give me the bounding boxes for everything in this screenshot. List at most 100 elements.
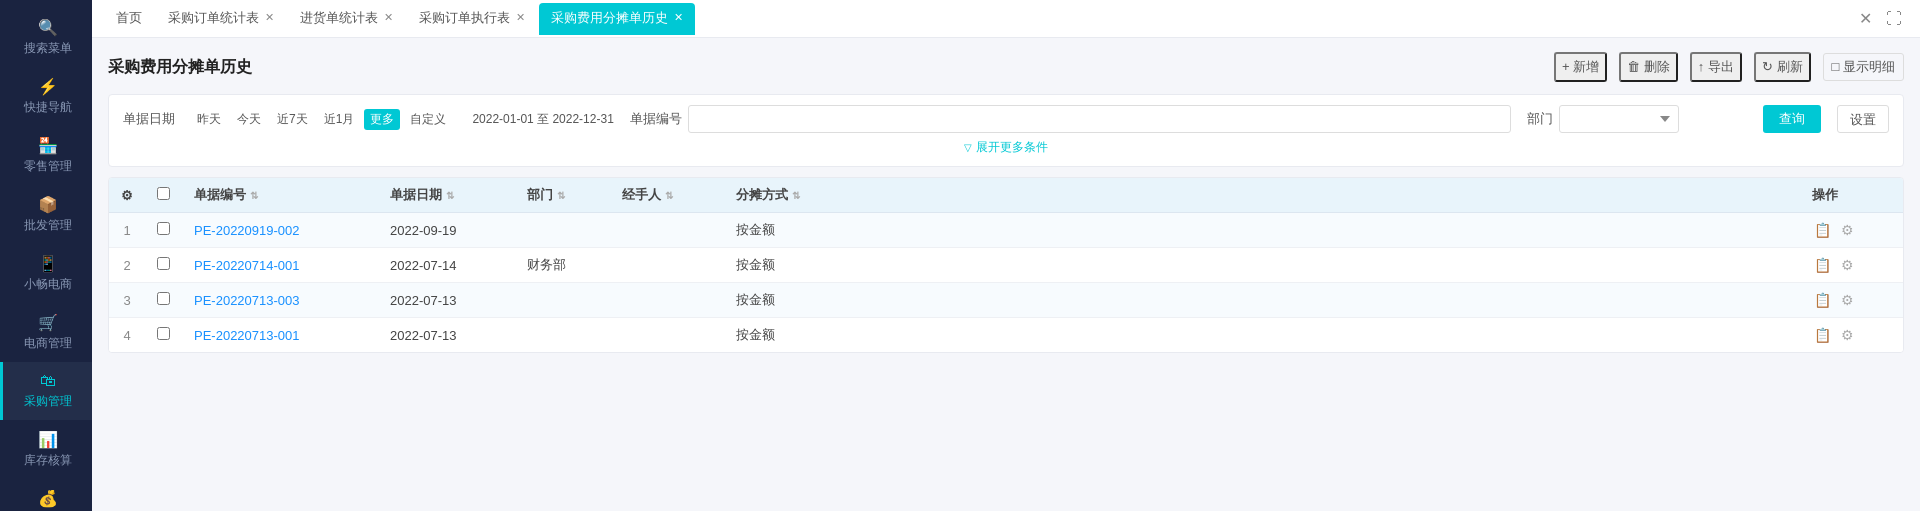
row-checkbox-3[interactable] xyxy=(157,292,170,305)
doc-no-input[interactable] xyxy=(688,105,1511,133)
sidebar-item-retail[interactable]: 🏪零售管理 xyxy=(0,126,92,185)
expand-more-btn[interactable]: ▽ 展开更多条件 xyxy=(123,139,1889,156)
tab-purchase-order-exec[interactable]: 采购订单执行表✕ xyxy=(407,3,537,35)
more-action-icon-3[interactable]: ⚙ xyxy=(1839,290,1856,310)
row-doc-no-3: PE-20220713-003 xyxy=(182,283,378,318)
edit-icon-4[interactable]: 📋 xyxy=(1812,325,1833,345)
dept-select[interactable] xyxy=(1559,105,1679,133)
doc-link-1[interactable]: PE-20220919-002 xyxy=(194,223,300,238)
row-handler-1 xyxy=(610,213,723,248)
tab-bar: 首页采购订单统计表✕进货单统计表✕采购订单执行表✕采购费用分摊单历史✕ ✕ ⛶ xyxy=(92,0,1920,38)
sidebar-item-ecommerce[interactable]: 🛒电商管理 xyxy=(0,303,92,362)
inventory-icon: 📊 xyxy=(7,430,88,449)
sidebar-item-wholesale[interactable]: 📦批发管理 xyxy=(0,185,92,244)
tab-close-goods-receipt-stats[interactable]: ✕ xyxy=(384,11,393,24)
tab-purchase-order-stats[interactable]: 采购订单统计表✕ xyxy=(156,3,286,35)
tab-goods-receipt-stats[interactable]: 进货单统计表✕ xyxy=(288,3,405,35)
sidebar-item-inventory[interactable]: 📊库存核算 xyxy=(0,420,92,479)
row-handler-3 xyxy=(610,283,723,318)
more-btn[interactable]: 更多 xyxy=(364,109,400,130)
fullscreen-button[interactable]: ⛶ xyxy=(1880,10,1908,28)
edit-icon-1[interactable]: 📋 xyxy=(1812,220,1833,240)
close-window-button[interactable]: ✕ xyxy=(1853,9,1878,28)
today-btn[interactable]: 今天 xyxy=(231,109,267,130)
select-all-checkbox[interactable] xyxy=(157,187,170,200)
sort-icon-doc-date: ⇅ xyxy=(446,190,454,201)
th-actions: 操作 xyxy=(1800,178,1903,213)
th-dept: 部门⇅ xyxy=(515,178,610,213)
export-button[interactable]: ↑ 导出 xyxy=(1690,52,1742,82)
table-row: 3 PE-20220713-003 2022-07-13 按金额 📋 ⚙ xyxy=(109,283,1903,318)
th-alloc-method: 分摊方式⇅ xyxy=(724,178,1800,213)
row-actions-4: 📋 ⚙ xyxy=(1800,318,1903,353)
sort-icon-alloc: ⇅ xyxy=(792,190,800,201)
settings-button[interactable]: 设置 xyxy=(1837,105,1889,133)
dept-label: 部门 xyxy=(1527,110,1553,128)
sidebar-item-search[interactable]: 🔍搜索菜单 xyxy=(0,8,92,67)
more-action-icon-2[interactable]: ⚙ xyxy=(1839,255,1856,275)
row-actions-3: 📋 ⚙ xyxy=(1800,283,1903,318)
doc-link-4[interactable]: PE-20220713-001 xyxy=(194,328,300,343)
dept-field: 部门 xyxy=(1527,105,1747,133)
row-dept-4 xyxy=(515,318,610,353)
row-checkbox-4[interactable] xyxy=(157,327,170,340)
row-dept-1 xyxy=(515,213,610,248)
tab-close-purchase-order-exec[interactable]: ✕ xyxy=(516,11,525,24)
doc-link-3[interactable]: PE-20220713-003 xyxy=(194,293,300,308)
wholesale-icon: 📦 xyxy=(7,195,88,214)
row-num-3: 3 xyxy=(109,283,145,318)
sidebar-item-purchase[interactable]: 🛍采购管理 xyxy=(0,362,92,420)
row-check-3 xyxy=(145,283,182,318)
show-cols-button[interactable]: □ 显示明细 xyxy=(1823,53,1904,81)
table-header: ⚙ 单据编号⇅ 单据日期⇅ 部门⇅ 经手人⇅ xyxy=(109,178,1903,213)
sidebar: 🔍搜索菜单⚡快捷导航🏪零售管理📦批发管理📱小畅电商🛒电商管理🛍采购管理📊库存核算… xyxy=(0,0,92,511)
tab-purchase-cost-history[interactable]: 采购费用分摊单历史✕ xyxy=(539,3,695,35)
row-num-1: 1 xyxy=(109,213,145,248)
row-dept-2: 财务部 xyxy=(515,248,610,283)
sort-icon-doc-no: ⇅ xyxy=(250,190,258,201)
finance-icon: 💰 xyxy=(7,489,88,508)
table-row: 4 PE-20220713-001 2022-07-13 按金额 📋 ⚙ xyxy=(109,318,1903,353)
row-alloc-4: 按金额 xyxy=(724,318,1800,353)
row-actions-2: 📋 ⚙ xyxy=(1800,248,1903,283)
edit-icon-3[interactable]: 📋 xyxy=(1812,290,1833,310)
row-doc-date-4: 2022-07-13 xyxy=(378,318,515,353)
7days-btn[interactable]: 近7天 xyxy=(271,109,314,130)
sidebar-item-mini[interactable]: 📱小畅电商 xyxy=(0,244,92,303)
query-button[interactable]: 查询 xyxy=(1763,105,1821,133)
row-checkbox-1[interactable] xyxy=(157,222,170,235)
table-row: 1 PE-20220919-002 2022-09-19 按金额 📋 ⚙ xyxy=(109,213,1903,248)
filter-area: 单据日期 昨天 今天 近7天 近1月 更多 自定义 2022-01-01 至 2… xyxy=(108,94,1904,167)
row-checkbox-2[interactable] xyxy=(157,257,170,270)
th-handler: 经手人⇅ xyxy=(610,178,723,213)
add-button[interactable]: + 新增 xyxy=(1554,52,1607,82)
page-content: 采购费用分摊单历史 + 新增 🗑 删除 ↑ 导出 ↻ 刷新 □ 显示明细 单据日… xyxy=(92,38,1920,511)
data-table: ⚙ 单据编号⇅ 单据日期⇅ 部门⇅ 经手人⇅ xyxy=(109,178,1903,352)
more-action-icon-4[interactable]: ⚙ xyxy=(1839,325,1856,345)
th-gear[interactable]: ⚙ xyxy=(109,178,145,213)
delete-button[interactable]: 🗑 删除 xyxy=(1619,52,1678,82)
row-alloc-2: 按金额 xyxy=(724,248,1800,283)
custom-btn[interactable]: 自定义 xyxy=(404,109,452,130)
row-check-4 xyxy=(145,318,182,353)
sidebar-item-shortcut[interactable]: ⚡快捷导航 xyxy=(0,67,92,126)
more-action-icon-1[interactable]: ⚙ xyxy=(1839,220,1856,240)
refresh-button[interactable]: ↻ 刷新 xyxy=(1754,52,1811,82)
1month-btn[interactable]: 近1月 xyxy=(318,109,361,130)
table-body: 1 PE-20220919-002 2022-09-19 按金额 📋 ⚙ 2 P… xyxy=(109,213,1903,353)
table-row: 2 PE-20220714-001 2022-07-14 财务部 按金额 📋 ⚙ xyxy=(109,248,1903,283)
doc-no-field: 单据编号 xyxy=(630,105,1511,133)
ecommerce-icon: 🛒 xyxy=(7,313,88,332)
sidebar-item-finance[interactable]: 💰资金管理 xyxy=(0,479,92,511)
main-content: 首页采购订单统计表✕进货单统计表✕采购订单执行表✕采购费用分摊单历史✕ ✕ ⛶ … xyxy=(92,0,1920,511)
row-dept-3 xyxy=(515,283,610,318)
row-actions-1: 📋 ⚙ xyxy=(1800,213,1903,248)
edit-icon-2[interactable]: 📋 xyxy=(1812,255,1833,275)
tab-home[interactable]: 首页 xyxy=(104,3,154,35)
tab-close-purchase-cost-history[interactable]: ✕ xyxy=(674,11,683,24)
row-doc-date-1: 2022-09-19 xyxy=(378,213,515,248)
tab-close-purchase-order-stats[interactable]: ✕ xyxy=(265,11,274,24)
sort-icon-handler: ⇅ xyxy=(665,190,673,201)
doc-link-2[interactable]: PE-20220714-001 xyxy=(194,258,300,273)
yesterday-btn[interactable]: 昨天 xyxy=(191,109,227,130)
